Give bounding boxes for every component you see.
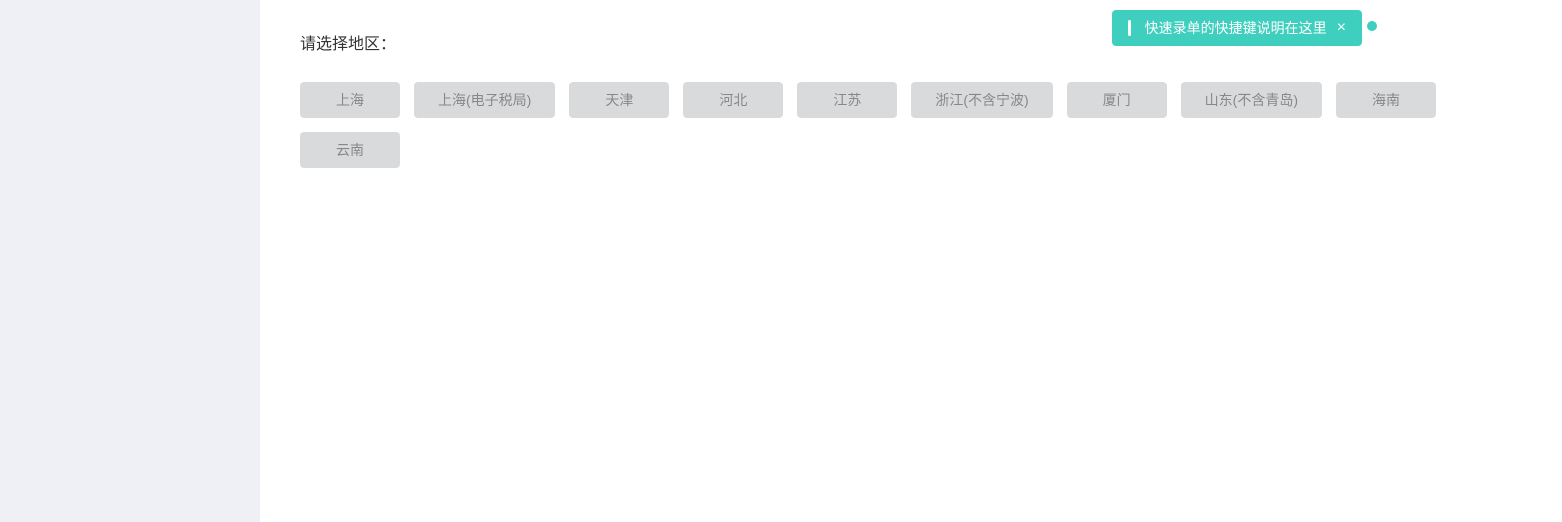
tooltip-text: 快速录单的快捷键说明在这里 [1145,18,1327,38]
region-button-shandong[interactable]: 山东(不含青岛) [1181,82,1322,118]
region-button-xiamen[interactable]: 厦门 [1067,82,1167,118]
tooltip-banner: 快速录单的快捷键说明在这里 × [1112,10,1362,46]
sidebar [0,0,260,522]
region-button-zhejiang[interactable]: 浙江(不含宁波) [911,82,1052,118]
region-button-hebei[interactable]: 河北 [683,82,783,118]
tooltip-close-button[interactable]: × [1337,20,1346,36]
region-button-hainan[interactable]: 海南 [1336,82,1436,118]
region-button-jiangsu[interactable]: 江苏 [797,82,897,118]
region-button-yunnan[interactable]: 云南 [300,132,400,168]
region-button-shanghai-etax[interactable]: 上海(电子税局) [414,82,555,118]
main-content: 请选择地区： 上海上海(电子税局)天津河北江苏浙江(不含宁波)厦门山东(不含青岛… [260,0,1562,522]
tooltip-dot-indicator [1367,21,1377,31]
region-button-shanghai[interactable]: 上海 [300,82,400,118]
region-buttons: 上海上海(电子税局) 天津河北江苏浙江(不含宁波) 厦门山东(不含青岛) 海南云南 [300,82,1522,168]
region-button-tianjin[interactable]: 天津 [569,82,669,118]
